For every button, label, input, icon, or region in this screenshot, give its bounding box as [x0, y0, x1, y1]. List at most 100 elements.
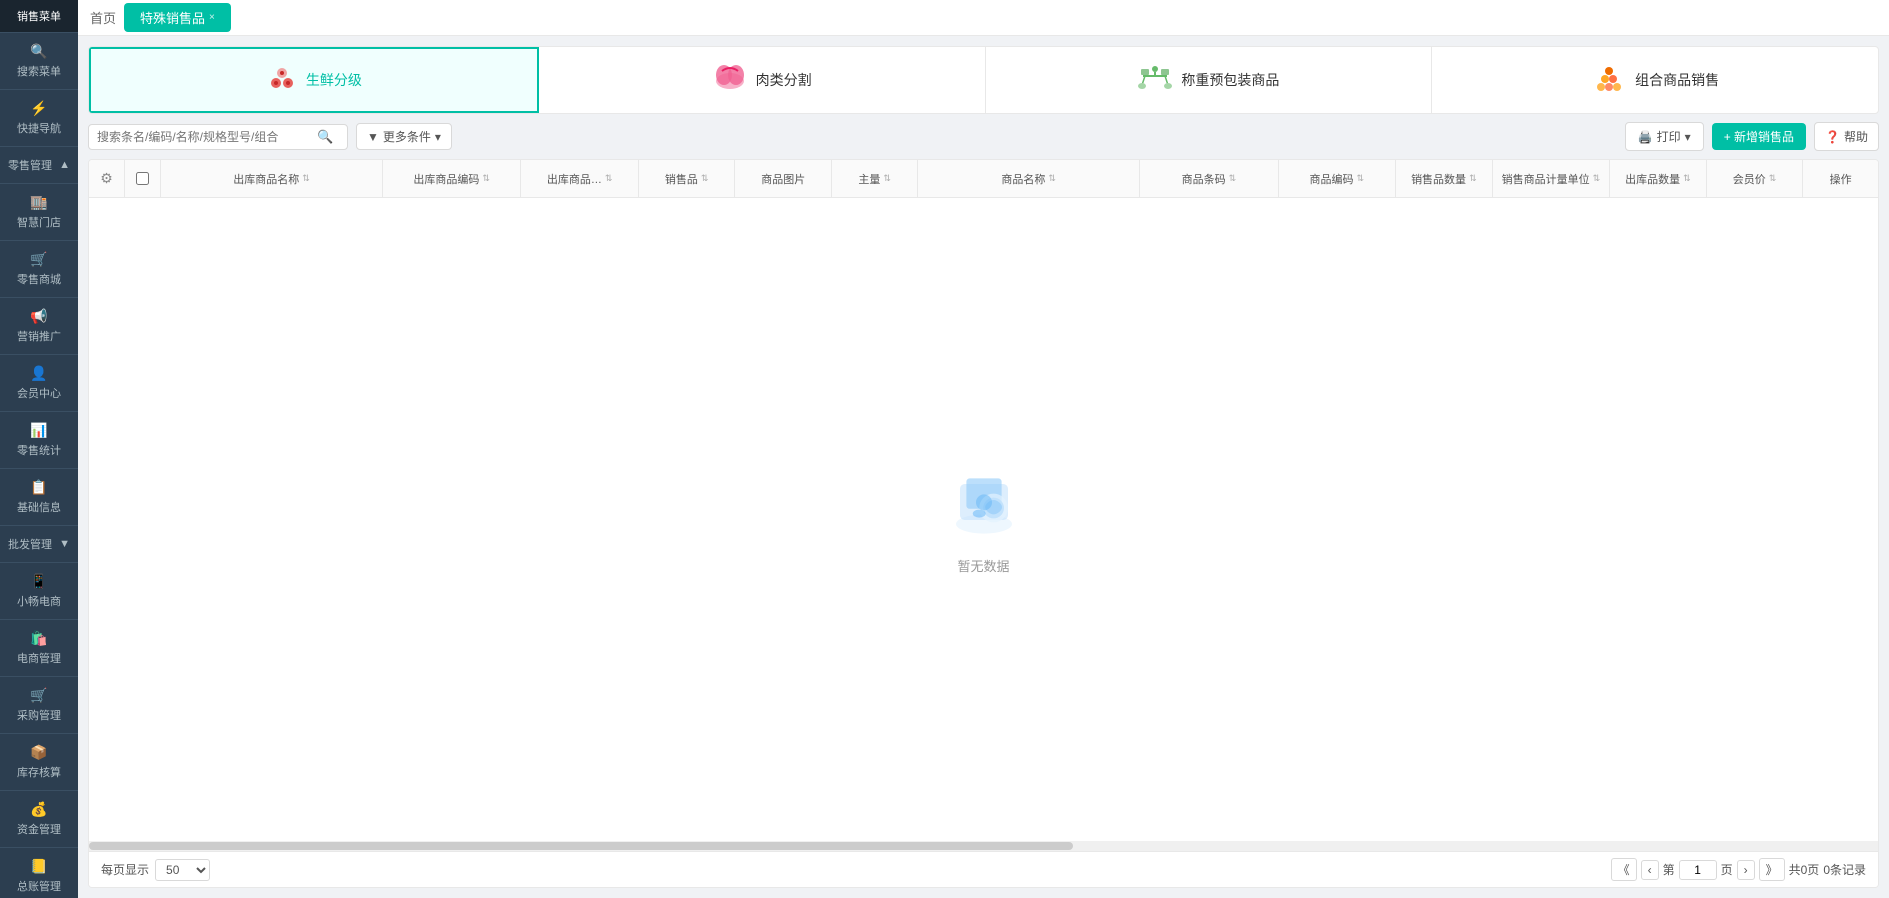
total-pages-label: 共0页	[1789, 861, 1820, 878]
table-settings-icon[interactable]: ⚙	[100, 170, 113, 187]
active-tab[interactable]: 特殊销售品 ×	[124, 3, 231, 32]
sidebar-item-search-menu[interactable]: 🔍 搜索菜单	[0, 33, 78, 90]
filter-icon: ▼	[367, 130, 379, 144]
purchase-mgmt-icon: 🛒	[30, 687, 47, 704]
scale-prepack-label: 称重预包装商品	[1181, 70, 1279, 90]
sidebar-item-purchase-mgmt[interactable]: 🛒 采购管理	[0, 677, 78, 734]
sidebar-item-member-center[interactable]: 👤 会员中心	[0, 355, 78, 412]
th-member-price-label: 会员价	[1733, 171, 1766, 187]
th-out-name: 出库商品名称 ⇅	[161, 160, 383, 197]
th-product-name-sort-icon[interactable]: ⇅	[1048, 173, 1056, 184]
select-all-checkbox[interactable]	[136, 172, 149, 185]
sidebar-item-label: 采购管理	[17, 707, 61, 723]
marketing-icon: 📢	[30, 308, 47, 325]
print-button[interactable]: 🖨️ 打印 ▾	[1625, 122, 1704, 151]
combo-sale-label: 组合商品销售	[1635, 70, 1719, 90]
data-table: ⚙ 出库商品名称 ⇅ 出库商品编码 ⇅ 出库商品… ⇅ 销	[88, 159, 1879, 888]
tab-meat-cut[interactable]: 肉类分割	[539, 47, 986, 113]
search-box[interactable]: 🔍	[88, 124, 348, 150]
tab-scale-prepack[interactable]: 称重预包装商品	[986, 47, 1433, 113]
sidebar-item-inventory[interactable]: 📦 库存核算	[0, 734, 78, 791]
ecommerce-mgmt-icon: 🛍️	[30, 630, 47, 647]
sidebar-item-retail-mall[interactable]: 🛒 零售商城	[0, 241, 78, 298]
help-button[interactable]: ❓ 帮助	[1814, 122, 1879, 151]
inventory-icon: 📦	[30, 744, 47, 761]
tab-combo-sale[interactable]: 组合商品销售	[1432, 47, 1878, 113]
th-out-name-sort-icon[interactable]: ⇅	[302, 173, 310, 184]
th-unit-sort-icon[interactable]: ⇅	[1593, 173, 1601, 184]
sidebar-item-retail-mgmt[interactable]: 零售管理 ▲	[0, 147, 78, 184]
basic-info-1-icon: 📋	[30, 479, 47, 496]
th-sku-code: 商品编码 ⇅	[1279, 160, 1396, 197]
total-count-label: 0条记录	[1823, 861, 1866, 878]
sidebar-item-quick-nav[interactable]: ⚡ 快捷导航	[0, 90, 78, 147]
topbar: 首页 特殊销售品 ×	[78, 0, 1889, 36]
first-page-button[interactable]: 《	[1611, 858, 1637, 881]
tab-fresh-grade[interactable]: 生鲜分级	[89, 47, 539, 113]
sidebar-item-basic-info-1[interactable]: 📋 基础信息	[0, 469, 78, 526]
empty-state-icon	[944, 464, 1024, 544]
sidebar-item-label: 快捷导航	[17, 120, 61, 136]
th-member-price-sort-icon[interactable]: ⇅	[1769, 173, 1777, 184]
horizontal-scrollbar[interactable]	[89, 841, 1878, 851]
help-icon: ❓	[1825, 130, 1840, 144]
sidebar-item-marketing[interactable]: 📢 营销推广	[0, 298, 78, 355]
tab-close-icon[interactable]: ×	[209, 12, 215, 23]
th-sale-sort-icon[interactable]: ⇅	[701, 173, 709, 184]
sidebar-item-label: 电商管理	[17, 650, 61, 666]
sidebar-item-label: 零售统计	[17, 442, 61, 458]
last-page-button[interactable]: 》	[1759, 858, 1785, 881]
prev-page-button[interactable]: ‹	[1641, 860, 1659, 880]
th-sale-qty: 销售品数量 ⇅	[1396, 160, 1493, 197]
help-label: 帮助	[1844, 128, 1868, 145]
th-main-sort-icon[interactable]: ⇅	[883, 173, 891, 184]
new-sale-product-button[interactable]: + 新增销售品	[1712, 123, 1806, 150]
sidebar-item-smart-store[interactable]: 🏬 智慧门店	[0, 184, 78, 241]
smart-store-icon: 🏬	[30, 194, 47, 211]
page-size-select[interactable]: 50 10 20 100	[155, 859, 210, 881]
th-settings[interactable]: ⚙	[89, 160, 125, 197]
th-main-qty: 主量 ⇅	[832, 160, 918, 197]
th-out-qty-label: 出库品数量	[1625, 171, 1680, 187]
pagination: 每页显示 50 10 20 100 《 ‹ 第 页 › 》 共	[89, 851, 1878, 887]
th-out-code-sort-icon[interactable]: ⇅	[482, 173, 490, 184]
th-out-qty-sort-icon[interactable]: ⇅	[1683, 173, 1691, 184]
sidebar-item-retail-stats[interactable]: 📊 零售统计	[0, 412, 78, 469]
search-menu-icon: 🔍	[30, 43, 47, 60]
sidebar-item-label: 资金管理	[17, 821, 61, 837]
th-sku-sort-icon[interactable]: ⇅	[1357, 173, 1365, 184]
th-barcode-sort-icon[interactable]: ⇅	[1229, 173, 1237, 184]
th-out-product-sort-icon[interactable]: ⇅	[605, 173, 613, 184]
sidebar-item-wholesale-mgmt[interactable]: 批发管理 ▼	[0, 526, 78, 563]
search-icon[interactable]: 🔍	[317, 129, 333, 145]
th-check[interactable]	[125, 160, 161, 197]
search-input[interactable]	[97, 130, 317, 144]
th-sale-qty-sort-icon[interactable]: ⇅	[1469, 173, 1477, 184]
sidebar-item-mini-app[interactable]: 📱 小畅电商	[0, 563, 78, 620]
scroll-thumb[interactable]	[89, 842, 1073, 850]
sidebar-item-label: 会员中心	[17, 385, 61, 401]
new-label: + 新增销售品	[1724, 128, 1794, 145]
breadcrumb-home[interactable]: 首页	[90, 8, 116, 27]
th-barcode-label: 商品条码	[1182, 171, 1226, 187]
sidebar-item-finance[interactable]: 💰 资金管理	[0, 791, 78, 848]
mini-app-icon: 📱	[30, 573, 47, 590]
th-sale-qty-label: 销售品数量	[1411, 171, 1466, 187]
meat-cut-label: 肉类分割	[756, 70, 812, 90]
page-content: 生鲜分级 肉类分割	[78, 36, 1889, 898]
sidebar-item-label: 小畅电商	[17, 593, 61, 609]
th-unit: 销售商品计量单位 ⇅	[1493, 160, 1610, 197]
th-out-product-label: 出库商品…	[547, 171, 602, 187]
filter-button[interactable]: ▼ 更多条件 ▾	[356, 123, 452, 150]
retail-stats-icon: 📊	[30, 422, 47, 439]
th-out-code: 出库商品编码 ⇅	[383, 160, 521, 197]
sidebar-item-ledger[interactable]: 📒 总账管理	[0, 848, 78, 898]
sidebar-item-ecommerce-mgmt[interactable]: 🛍️ 电商管理	[0, 620, 78, 677]
main-content: 首页 特殊销售品 × 生鲜分级	[78, 0, 1889, 898]
sidebar: 销售菜单 🔍 搜索菜单 ⚡ 快捷导航 零售管理 ▲ 🏬 智慧门店 🛒 零售商城 …	[0, 0, 78, 898]
print-label: 打印	[1657, 128, 1681, 145]
page-number-input[interactable]	[1679, 860, 1717, 880]
toolbar: 🔍 ▼ 更多条件 ▾ 🖨️ 打印 ▾ + 新增销售品 ❓	[88, 122, 1879, 151]
next-page-button[interactable]: ›	[1737, 860, 1755, 880]
sidebar-item-label: 零售管理	[8, 157, 52, 173]
